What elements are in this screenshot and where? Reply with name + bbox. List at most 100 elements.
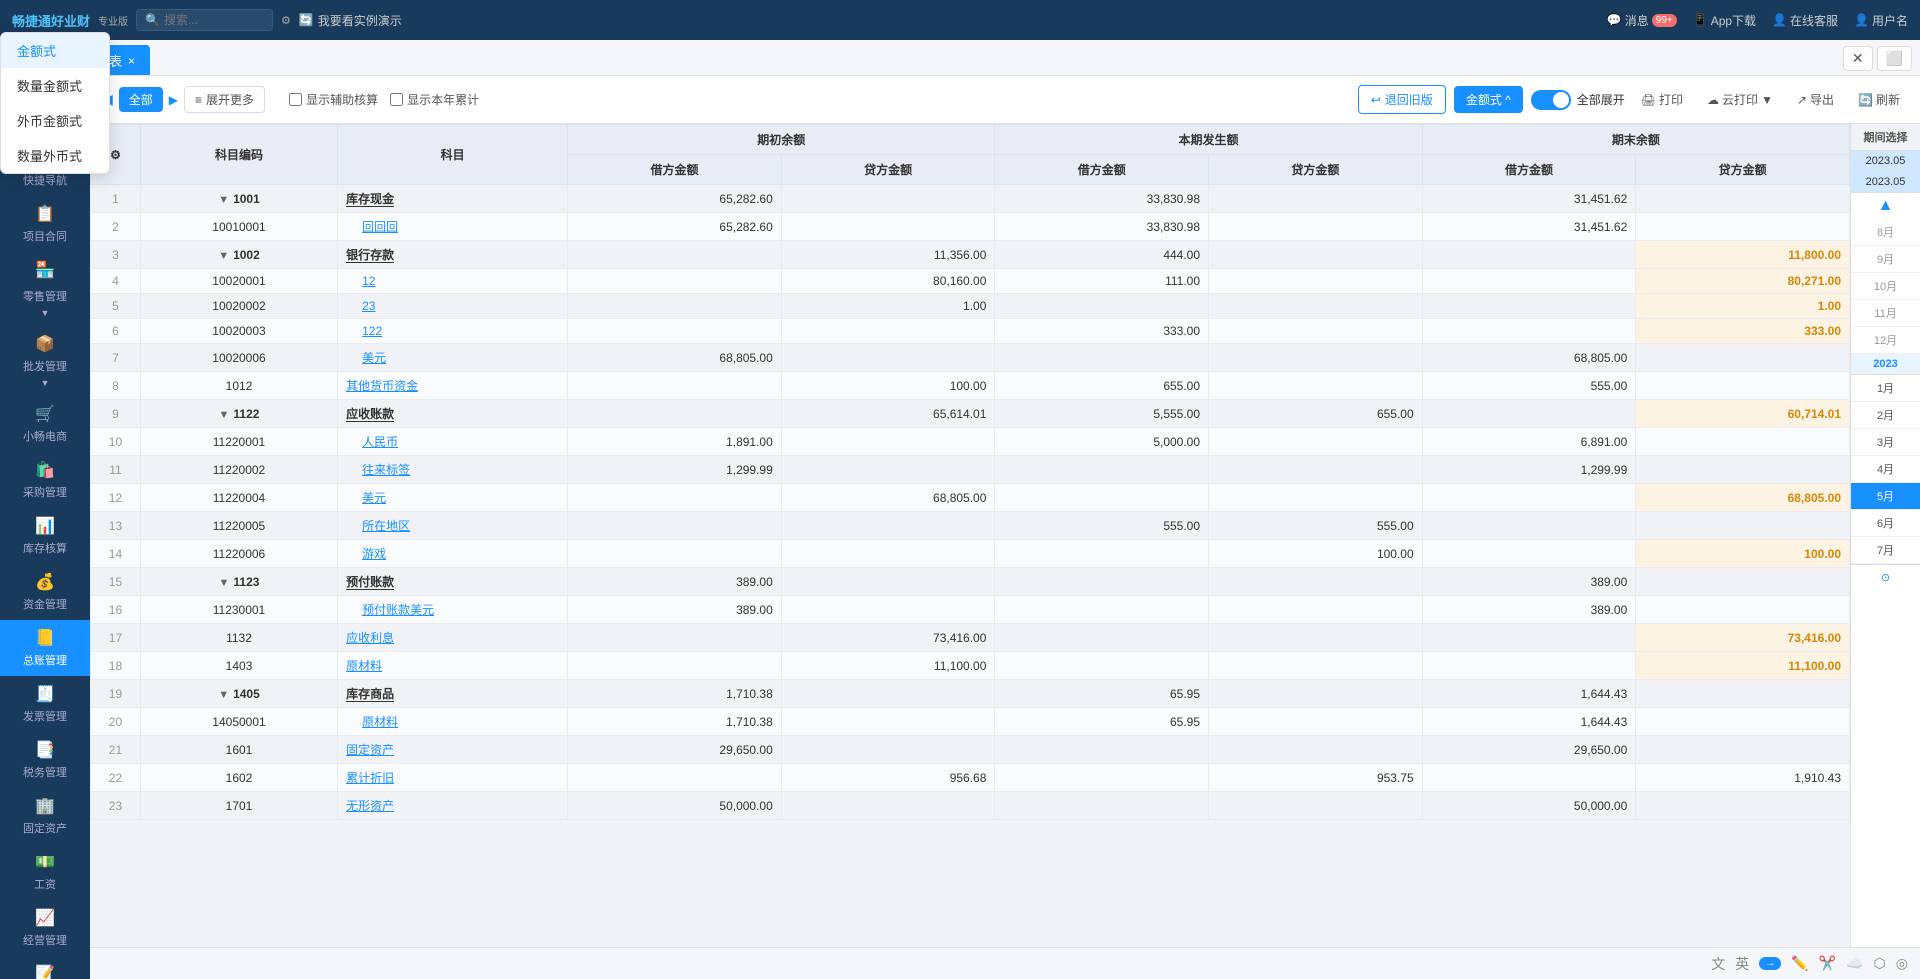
sidebar-item-retail[interactable]: 🏪 零售管理 ▼ [0,252,90,326]
row-code-cell[interactable]: 11220005 [140,512,337,540]
row-subject-cell[interactable]: 122 [338,319,568,344]
print-btn[interactable]: 🖨 打印 [1633,87,1691,112]
period-month-11[interactable]: 11月 [1851,300,1920,327]
row-code-cell[interactable]: 10020001 [140,269,337,294]
sidebar-item-ecommerce[interactable]: 🛒 小畅电商 [0,396,90,452]
scissor-icon[interactable]: ✂️ [1819,955,1836,972]
row-subject-cell[interactable]: 原材料 [338,652,568,680]
sidebar-item-purchase[interactable]: 🛍️ 采购管理 [0,452,90,508]
refresh-btn[interactable]: 🔄 刷新 [1850,87,1908,112]
sidebar-item-capital[interactable]: 💰 资金管理 [0,564,90,620]
row-subject-cell[interactable]: 应收账款 [338,400,568,428]
row-subject-cell[interactable]: 原材料 [338,708,568,736]
sidebar-item-ledger[interactable]: 📒 总账管理 [0,620,90,676]
period-month-12[interactable]: 12月 [1851,327,1920,354]
sidebar-item-bizmanage[interactable]: 📈 经营管理 [0,900,90,956]
row-code-cell[interactable]: 1602 [140,764,337,792]
text-cn-icon[interactable]: 文 [1711,954,1725,974]
row-subject-cell[interactable]: 无形资产 [338,792,568,820]
ytd-checkbox[interactable] [390,93,403,106]
sidebar-item-stock[interactable]: 📊 库存核算 [0,508,90,564]
sidebar-item-tax[interactable]: 📑 税务管理 [0,732,90,788]
period-month-6[interactable]: 6月 [1851,510,1920,537]
row-code-cell[interactable]: 10020003 [140,319,337,344]
sidebar-item-payroll[interactable]: 💵 工资 [0,844,90,900]
period-month-9[interactable]: 9月 [1851,246,1920,273]
row-code-cell[interactable]: 1701 [140,792,337,820]
user-btn[interactable]: 👤 用户名 [1854,12,1908,29]
row-code-cell[interactable]: ▼1002 [140,241,337,269]
format-option-qty-amount[interactable]: 数量金额式 [90,76,109,103]
row-subject-cell[interactable]: 人民币 [338,428,568,456]
row-subject-cell[interactable]: 游戏 [338,540,568,568]
row-subject-cell[interactable]: 美元 [338,344,568,372]
cloud-print-btn[interactable]: ☁ 云打印 ▼ [1699,87,1781,112]
row-subject-cell[interactable]: 往来标签 [338,456,568,484]
row-code-cell[interactable]: 11220001 [140,428,337,456]
period-month-1[interactable]: 1月 [1851,375,1920,402]
settings-icon[interactable]: ⚙ [281,14,291,27]
row-code-cell[interactable]: 1601 [140,736,337,764]
row-code-cell[interactable]: ▼1405 [140,680,337,708]
expand-more-btn[interactable]: ≡ 展开更多 [184,86,265,113]
row-subject-cell[interactable]: 累计折旧 [338,764,568,792]
sidebar-item-report[interactable]: 📝 小畅报销 [0,956,90,979]
auxiliary-checkbox[interactable] [289,93,302,106]
period-month-4[interactable]: 4月 [1851,456,1920,483]
row-code-cell[interactable]: ▼1001 [140,185,337,213]
period-month-3[interactable]: 3月 [1851,429,1920,456]
period-month-7[interactable]: 7月 [1851,537,1920,564]
period-collapse-btn[interactable]: ⊙ [1851,564,1920,590]
demo-link[interactable]: 🔄 我要看实例演示 [299,12,402,29]
ytd-checkbox-wrap[interactable]: 显示本年累计 [390,91,479,108]
row-subject-cell[interactable]: 23 [338,294,568,319]
period-month-2[interactable]: 2月 [1851,402,1920,429]
row-subject-cell[interactable]: 美元 [338,484,568,512]
period-up-btn[interactable]: ▲ [1851,193,1920,219]
row-code-cell[interactable]: 10020002 [140,294,337,319]
sidebar-item-wholesale[interactable]: 📦 批发管理 ▼ [0,326,90,396]
edit-icon[interactable]: ✏️ [1791,955,1808,972]
row-subject-cell[interactable]: 回回回 [338,213,568,241]
row-code-cell[interactable]: 11220004 [140,484,337,512]
row-code-cell[interactable]: 11230001 [140,596,337,624]
row-subject-cell[interactable]: 银行存款 [338,241,568,269]
cloud-icon[interactable]: ☁️ [1846,955,1863,972]
row-code-cell[interactable]: ▼1122 [140,400,337,428]
row-subject-cell[interactable]: 固定资产 [338,736,568,764]
hex-icon[interactable]: ⬡ [1874,955,1886,972]
top-search-input[interactable] [164,13,264,27]
row-subject-cell[interactable]: 12 [338,269,568,294]
period-month-10[interactable]: 10月 [1851,273,1920,300]
row-subject-cell[interactable]: 预付账款美元 [338,596,568,624]
row-subject-cell[interactable]: 其他货币资金 [338,372,568,400]
top-search[interactable]: 🔍 [136,9,273,31]
format-btn[interactable]: 金额式 ^ [1454,86,1523,113]
row-code-cell[interactable]: 11220006 [140,540,337,568]
period-month-5[interactable]: 5月 [1851,483,1920,510]
close-window-btn[interactable]: ✕ [1843,46,1873,71]
export-btn[interactable]: ↗ 导出 [1789,87,1842,112]
maximize-btn[interactable]: ⬜ [1877,46,1912,71]
row-code-cell[interactable]: 1132 [140,624,337,652]
row-code-cell[interactable]: 11220002 [140,456,337,484]
period-month-8[interactable]: 8月 [1851,219,1920,246]
row-code-cell[interactable]: 1012 [140,372,337,400]
auxiliary-checkbox-wrap[interactable]: 显示辅助核算 [289,91,378,108]
row-subject-cell[interactable]: 库存商品 [338,680,568,708]
all-nav-btn[interactable]: 全部 [119,87,163,112]
row-code-cell[interactable]: 1403 [140,652,337,680]
row-subject-cell[interactable]: 应收利息 [338,624,568,652]
format-option-qty-foreign[interactable]: 数量外币式 [90,138,109,173]
row-code-cell[interactable]: 10010001 [140,213,337,241]
row-code-cell[interactable]: 10020006 [140,344,337,372]
msg-btn[interactable]: 💬 消息 99+ [1607,12,1677,29]
sidebar-item-project[interactable]: 📋 项目合同 [0,196,90,252]
row-code-cell[interactable]: 14050001 [140,708,337,736]
circle-icon[interactable]: ◎ [1896,955,1908,972]
format-option-foreign-amount[interactable]: 外币金额式 [90,103,109,138]
row-subject-cell[interactable]: 所在地区 [338,512,568,540]
service-btn[interactable]: 👤 在线客服 [1772,12,1838,29]
tab-close-balance[interactable]: × [128,54,135,68]
text-en-icon[interactable]: 英 [1735,954,1749,974]
